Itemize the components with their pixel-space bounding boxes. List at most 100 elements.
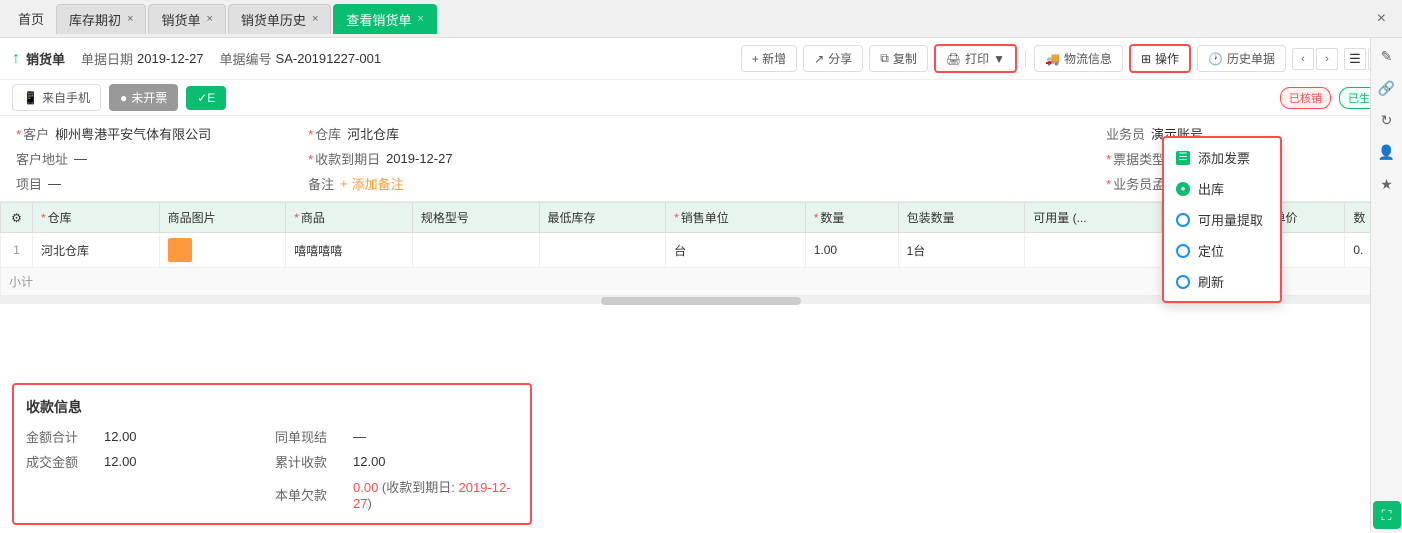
col-available: 可用量 (... — [1025, 203, 1162, 233]
warehouse-label: 仓库 — [308, 124, 341, 143]
amount-total-value: 12.00 — [104, 429, 137, 444]
toolbar-divider — [1025, 51, 1026, 67]
invoice-type-label: 票据类型 — [1106, 149, 1165, 168]
amount-total-row: 金额合计 12.00 — [26, 427, 269, 446]
tabs-bar: 首页 库存期初 × 销货单 × 销货单历史 × 查看销货单 × × — [0, 0, 1402, 38]
row-pack-qty: 1台 — [898, 233, 1025, 268]
window-close-button[interactable]: × — [1369, 10, 1394, 28]
col-pack-qty: 包装数量 — [898, 203, 1025, 233]
tab-close-sales[interactable]: × — [206, 13, 212, 25]
new-button[interactable]: + 新增 — [741, 45, 797, 72]
note-label: 备注 — [308, 174, 334, 193]
dropdown-refresh[interactable]: 刷新 — [1164, 266, 1280, 297]
cumulative-receipt-row: 累计收款 12.00 — [275, 452, 518, 471]
dropdown-available-qty[interactable]: 可用量提取 — [1164, 204, 1280, 235]
sidebar-edit-icon[interactable]: ✎ — [1373, 42, 1401, 70]
cumulative-receipt-label: 累计收款 — [275, 452, 345, 471]
same-order-value: — — [353, 429, 366, 444]
address-label: 客户地址 — [16, 149, 68, 168]
share-icon: ↗ — [814, 52, 824, 66]
payment-info-title: 收款信息 — [26, 397, 518, 417]
tab-close-view[interactable]: × — [417, 13, 423, 25]
nav-arrows: ‹ › — [1292, 48, 1338, 70]
warehouse-value: 河北仓库 — [347, 124, 399, 143]
tab-view-sales[interactable]: 查看销货单 × — [333, 4, 436, 34]
check-button[interactable]: ✓E — [186, 86, 226, 110]
outbound-icon: ● — [1176, 182, 1190, 196]
sales-employee-label: 业务员孟 — [1106, 174, 1165, 193]
plus-icon: + — [340, 176, 348, 191]
doc-date-label: 单据日期 — [81, 49, 133, 68]
tab-sales-order[interactable]: 销货单 × — [148, 4, 225, 34]
print-icon: 🖨 — [946, 52, 961, 66]
doc-type-label: 销货单 — [26, 49, 65, 68]
note-field: 备注 + 添加备注 — [308, 174, 588, 193]
history-button[interactable]: 🕐 历史单据 — [1197, 45, 1286, 72]
customer-field: 客户 柳州粤港平安气体有限公司 — [16, 124, 296, 143]
row-num: 1 — [1, 233, 33, 268]
row-product-img — [159, 233, 286, 268]
row-product: 嘻嘻嘻嘻 — [286, 233, 413, 268]
col-product-img: 商品图片 — [159, 203, 286, 233]
dropdown-locate[interactable]: 定位 — [1164, 235, 1280, 266]
add-invoice-icon: ☰ — [1176, 151, 1190, 165]
row-warehouse: 河北仓库 — [33, 233, 160, 268]
row-quantity: 1.00 — [805, 233, 898, 268]
scroll-thumb[interactable] — [601, 297, 801, 305]
operation-dropdown: ☰ 添加发票 ● 出库 可用量提取 定位 刷新 — [1162, 136, 1282, 303]
col-quantity: 数量 — [805, 203, 898, 233]
logistics-button[interactable]: 🚚 物流信息 — [1034, 45, 1123, 72]
payment-date-field: 收款到期日 2019-12-27 — [308, 149, 588, 168]
from-phone-button[interactable]: 📱 来自手机 — [12, 84, 101, 111]
sidebar-expand-icon[interactable]: ⛶ — [1373, 501, 1401, 529]
payment-date-value: 2019-12-27 — [386, 151, 453, 166]
sidebar-link-icon[interactable]: 🔗 — [1373, 74, 1401, 102]
customer-value: 柳州粤港平安气体有限公司 — [55, 124, 211, 143]
row-min-stock — [539, 233, 666, 268]
list-view-button[interactable]: ☰ — [1344, 48, 1366, 70]
operation-button[interactable]: ⊞ 操作 — [1129, 44, 1191, 73]
tab-inventory-init[interactable]: 库存期初 × — [56, 4, 146, 34]
copy-icon: ⧉ — [880, 51, 889, 66]
sidebar-star-icon[interactable]: ★ — [1373, 170, 1401, 198]
doc-date-value: 2019-12-27 — [137, 51, 204, 66]
dropdown-outbound[interactable]: ● 出库 — [1164, 173, 1280, 204]
customer-label: 客户 — [16, 124, 49, 143]
col-min-stock: 最低库存 — [539, 203, 666, 233]
transaction-amount-value: 12.00 — [104, 454, 137, 469]
current-arrears-value: 0.00 (收款到期日: 2019-12-27) — [353, 477, 518, 511]
phone-icon: 📱 — [23, 91, 38, 105]
copy-button[interactable]: ⧉ 复制 — [869, 45, 928, 72]
col-spec: 规格型号 — [412, 203, 539, 233]
row-sales-unit: 台 — [666, 233, 806, 268]
col-warehouse: 仓库 — [33, 203, 160, 233]
prev-button[interactable]: ‹ — [1292, 48, 1314, 70]
payment-info-grid: 金额合计 12.00 同单现结 — 成交金额 12.00 累计收款 12.00 — [26, 427, 518, 511]
sidebar-user-icon[interactable]: 👤 — [1373, 138, 1401, 166]
share-button[interactable]: ↗ 分享 — [803, 45, 863, 72]
current-arrears-label: 本单欠款 — [275, 485, 345, 504]
doc-title: ↑ 销货单 — [12, 49, 65, 68]
payment-date-label: 收款到期日 — [308, 149, 380, 168]
invoice-icon: ● — [120, 91, 127, 105]
amount-total-label: 金额合计 — [26, 427, 96, 446]
address-field: 客户地址 — — [16, 149, 296, 168]
not-open-button[interactable]: ● 未开票 — [109, 84, 178, 111]
dropdown-add-invoice[interactable]: ☰ 添加发票 — [1164, 142, 1280, 173]
tab-home[interactable]: 首页 — [8, 9, 54, 28]
same-order-label: 同单现结 — [275, 427, 345, 446]
col-product: 商品 — [286, 203, 413, 233]
address-value: — — [74, 151, 87, 166]
sidebar-refresh-icon[interactable]: ↻ — [1373, 106, 1401, 134]
next-button[interactable]: › — [1316, 48, 1338, 70]
employee-label: 业务员 — [1106, 124, 1145, 143]
cumulative-receipt-value: 12.00 — [353, 454, 386, 469]
tab-close-inventory[interactable]: × — [127, 13, 133, 25]
print-button[interactable]: 🖨 打印 ▼ — [934, 44, 1017, 73]
product-image — [168, 238, 192, 262]
add-note-button[interactable]: + 添加备注 — [340, 174, 404, 193]
tab-sales-history[interactable]: 销货单历史 × — [228, 4, 331, 34]
tab-close-history[interactable]: × — [312, 13, 318, 25]
col-settings[interactable]: ⚙ — [1, 203, 33, 233]
transaction-amount-row: 成交金额 12.00 — [26, 452, 269, 471]
